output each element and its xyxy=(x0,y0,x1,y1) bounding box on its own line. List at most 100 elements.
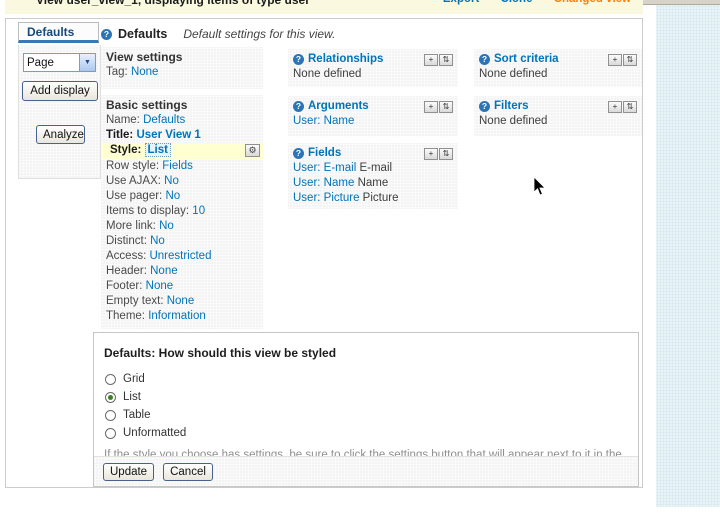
help-icon[interactable]: ? xyxy=(293,101,304,112)
rearrange-icon: ⇅ xyxy=(627,102,634,111)
style-option-table[interactable]: Table xyxy=(105,406,638,424)
radio-grid[interactable] xyxy=(105,374,116,385)
setting-row-distinct: Distinct: No xyxy=(106,234,258,249)
access-value-link[interactable]: Unrestricted xyxy=(149,250,211,262)
setting-row-theme: Theme: Information xyxy=(106,309,258,324)
rearrange-filters-button[interactable]: ⇅ xyxy=(623,101,637,113)
field-email-link[interactable]: User: E-mail xyxy=(293,162,356,174)
setting-row-name: Name: Defaults xyxy=(106,113,258,128)
setting-row-access: Access: Unrestricted xyxy=(106,249,258,264)
ajax-value-link[interactable]: No xyxy=(164,175,179,187)
display-header: ? Defaults Default settings for this vie… xyxy=(101,27,335,41)
title-value-link[interactable]: User View 1 xyxy=(136,129,200,141)
plus-icon: + xyxy=(429,55,434,64)
footer-value-link[interactable]: None xyxy=(146,280,174,292)
setting-row-title: Title: User View 1 xyxy=(106,128,258,143)
radio-table[interactable] xyxy=(105,410,116,421)
update-button[interactable]: Update xyxy=(103,463,154,481)
add-argument-button[interactable]: + xyxy=(424,101,438,113)
changed-view-link[interactable]: Changed view xyxy=(554,0,631,5)
setting-row-ajax: Use AJAX: No xyxy=(106,174,258,189)
add-filter-button[interactable]: + xyxy=(608,101,622,113)
section-relationships: ? Relationships + ⇅ None defined xyxy=(288,49,458,87)
field-item-name: User: Name Name xyxy=(293,176,453,191)
arguments-title-link[interactable]: Arguments xyxy=(308,99,369,114)
view-action-links: Export Clone Changed view xyxy=(425,0,631,5)
help-icon[interactable]: ? xyxy=(293,148,304,159)
form-actions-band: Update Cancel xyxy=(94,456,638,486)
sort-criteria-title-link[interactable]: Sort criteria xyxy=(494,52,559,67)
setting-row-empty-text: Empty text: None xyxy=(106,294,258,309)
help-icon[interactable]: ? xyxy=(479,54,490,65)
add-field-button[interactable]: + xyxy=(424,148,438,160)
radio-grid-label: Grid xyxy=(123,373,145,385)
argument-user-name-link[interactable]: User: Name xyxy=(293,115,354,127)
radio-table-label: Table xyxy=(123,409,151,421)
style-settings-button[interactable]: ⚙ xyxy=(245,144,260,157)
clone-link[interactable]: Clone xyxy=(501,0,533,5)
rearrange-icon: ⇅ xyxy=(443,102,450,111)
section-arguments: ? Arguments + ⇅ User: Name xyxy=(288,96,458,136)
fields-title-link[interactable]: Fields xyxy=(308,146,341,161)
section-filters: ? Filters + ⇅ None defined xyxy=(474,96,642,136)
mouse-cursor xyxy=(533,177,547,197)
style-value-link[interactable]: List xyxy=(145,143,171,157)
view-settings-title: View settings xyxy=(106,50,258,65)
field-picture-link[interactable]: User: Picture xyxy=(293,192,359,204)
field-item-picture: User: Picture Picture xyxy=(293,191,453,206)
add-display-select[interactable]: Page ▼ xyxy=(23,53,96,72)
theme-value-link[interactable]: Information xyxy=(148,310,206,322)
setting-row-items: Items to display: 10 xyxy=(106,204,258,219)
setting-row-footer: Footer: None xyxy=(106,279,258,294)
cancel-button[interactable]: Cancel xyxy=(163,463,213,481)
section-basic-settings: Basic settings Name: Defaults Title: Use… xyxy=(101,95,263,329)
relationships-title-link[interactable]: Relationships xyxy=(308,52,383,67)
pager-value-link[interactable]: No xyxy=(165,190,180,202)
row-style-value-link[interactable]: Fields xyxy=(162,160,193,172)
style-form-heading: Defaults: How should this view be styled xyxy=(104,346,638,360)
add-relationship-button[interactable]: + xyxy=(424,54,438,66)
display-title: Defaults xyxy=(118,27,167,41)
tab-defaults[interactable]: Defaults xyxy=(18,22,99,43)
radio-unformatted-label: Unformatted xyxy=(123,427,186,439)
add-display-button[interactable]: Add display xyxy=(22,81,98,101)
setting-row-more-link: More link: No xyxy=(106,219,258,234)
export-link[interactable]: Export xyxy=(443,0,479,5)
add-sort-button[interactable]: + xyxy=(608,54,622,66)
display-sidebar: Page ▼ Add display Analyze xyxy=(18,45,101,179)
setting-row-style: Style: List ⚙ xyxy=(101,143,263,159)
header-value-link[interactable]: None xyxy=(150,265,178,277)
setting-row-header: Header: None xyxy=(106,264,258,279)
radio-list[interactable] xyxy=(105,392,116,403)
style-option-list[interactable]: List xyxy=(105,388,638,406)
more-link-value-link[interactable]: No xyxy=(159,220,174,232)
dropdown-chevron-icon[interactable]: ▼ xyxy=(79,54,95,71)
style-options-list: Grid List Table Unformatted xyxy=(105,370,638,442)
rearrange-sorts-button[interactable]: ⇅ xyxy=(623,54,637,66)
views-edit-page: View user_view_1, displaying items of ty… xyxy=(0,0,720,523)
tag-value-link[interactable]: None xyxy=(131,66,159,78)
sort-criteria-empty-text: None defined xyxy=(479,67,637,82)
analyze-button[interactable]: Analyze xyxy=(36,125,85,144)
plus-icon: + xyxy=(613,55,618,64)
radio-unformatted[interactable] xyxy=(105,428,116,439)
items-value-link[interactable]: 10 xyxy=(192,205,205,217)
name-value-link[interactable]: Defaults xyxy=(143,114,185,126)
setting-row-pager: Use pager: No xyxy=(106,189,258,204)
style-option-unformatted[interactable]: Unformatted xyxy=(105,424,638,442)
filters-title-link[interactable]: Filters xyxy=(494,99,529,114)
help-icon[interactable]: ? xyxy=(293,54,304,65)
argument-item: User: Name xyxy=(293,114,453,129)
style-settings-form: Defaults: How should this view be styled… xyxy=(93,332,639,487)
field-name-link[interactable]: User: Name xyxy=(293,177,354,189)
rearrange-relationships-button[interactable]: ⇅ xyxy=(439,54,453,66)
empty-text-value-link[interactable]: None xyxy=(167,295,195,307)
distinct-value-link[interactable]: No xyxy=(150,235,165,247)
help-icon[interactable]: ? xyxy=(101,29,112,40)
plus-icon: + xyxy=(613,102,618,111)
rearrange-arguments-button[interactable]: ⇅ xyxy=(439,101,453,113)
help-icon[interactable]: ? xyxy=(479,101,490,112)
style-option-grid[interactable]: Grid xyxy=(105,370,638,388)
rearrange-icon: ⇅ xyxy=(627,55,634,64)
rearrange-fields-button[interactable]: ⇅ xyxy=(439,148,453,160)
